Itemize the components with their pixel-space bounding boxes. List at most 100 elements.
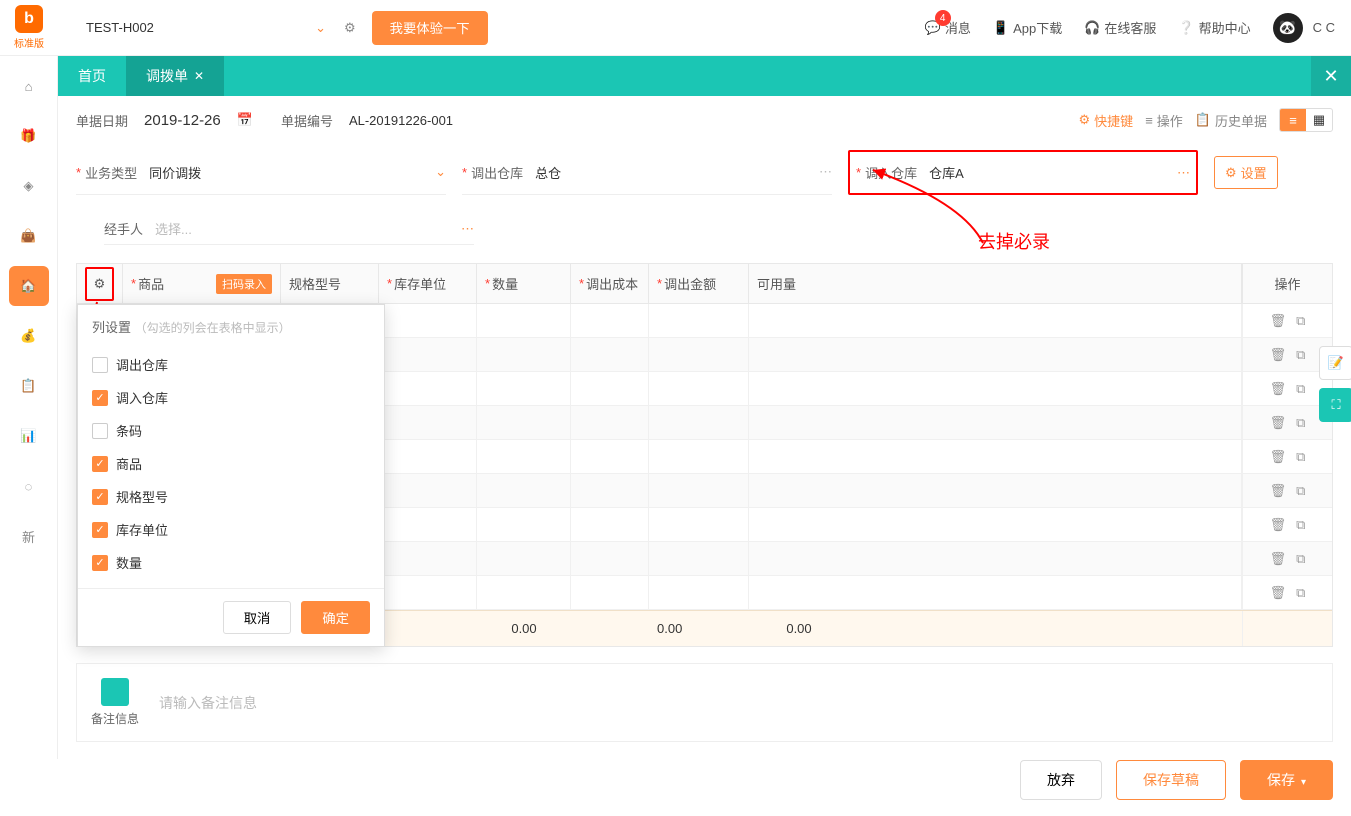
delete-icon[interactable]: 🗑 [1270, 313, 1287, 329]
rail-expand-icon[interactable]: ⛶ [1319, 388, 1351, 422]
checkbox-icon[interactable]: ✓ [92, 456, 108, 472]
operate-link[interactable]: ≡操作 [1145, 111, 1183, 130]
copy-icon[interactable]: ⧉ [1296, 449, 1305, 465]
col-qty: *数量 [477, 264, 571, 303]
delete-icon[interactable]: 🗑 [1270, 449, 1287, 465]
gear-icon: ⚙ [1225, 165, 1237, 181]
list-view-icon[interactable]: ≡ [1280, 109, 1306, 131]
app-download-link[interactable]: 📱 App下载 [993, 18, 1062, 37]
sidebar-report-icon[interactable]: 📊 [9, 416, 49, 456]
column-option[interactable]: 条码 [92, 414, 370, 447]
discard-button[interactable]: 放弃 [1020, 760, 1102, 800]
column-option[interactable]: 调出仓库 [92, 348, 370, 381]
tab-transfer[interactable]: 调拨单 ✕ [126, 56, 224, 96]
copy-icon[interactable]: ⧉ [1296, 483, 1305, 499]
column-option[interactable]: ✓商品 [92, 447, 370, 480]
column-option[interactable]: 单位2 [92, 579, 370, 588]
delete-icon[interactable]: 🗑 [1270, 517, 1287, 533]
sidebar-warehouse-icon[interactable]: 🏠 [9, 266, 49, 306]
remark-section: 备注信息 [76, 663, 1333, 742]
column-settings-button[interactable]: ⚙ [77, 264, 123, 303]
confirm-button[interactable]: 确定 [301, 601, 370, 634]
delete-icon[interactable]: 🗑 [1270, 415, 1287, 431]
delete-icon[interactable]: 🗑 [1270, 585, 1287, 601]
copy-icon[interactable]: ⧉ [1296, 415, 1305, 431]
gear-icon: ⚙ [94, 276, 106, 292]
gear-icon[interactable]: ⚙ [344, 20, 356, 36]
save-button[interactable]: 保存▾ [1240, 760, 1333, 800]
sidebar-new-icon[interactable]: 新 [9, 516, 49, 556]
delete-icon[interactable]: 🗑 [1270, 483, 1287, 499]
sidebar-money-icon[interactable]: 💰 [9, 316, 49, 356]
column-option[interactable]: ✓库存单位 [92, 513, 370, 546]
scan-tag[interactable]: 扫码录入 [216, 274, 272, 294]
try-button[interactable]: 我要体验一下 [372, 11, 488, 45]
delete-icon[interactable]: 🗑 [1270, 347, 1287, 363]
date-value[interactable]: 2019-12-26 [144, 112, 221, 129]
more-icon[interactable]: ⋯ [1177, 165, 1190, 181]
sidebar-diamond-icon[interactable]: ◈ [9, 166, 49, 206]
checkbox-icon[interactable] [92, 357, 108, 373]
bill-no-label: 单据编号 [281, 111, 333, 130]
sidebar-home-icon[interactable]: ⌂ [9, 66, 49, 106]
copy-icon[interactable]: ⧉ [1296, 517, 1305, 533]
note-icon [101, 678, 129, 706]
grid-view-icon[interactable]: ▦ [1306, 109, 1332, 131]
history-link[interactable]: 📋历史单据 [1195, 111, 1267, 130]
copy-icon[interactable]: ⧉ [1296, 551, 1305, 567]
delete-icon[interactable]: 🗑 [1270, 381, 1287, 397]
checkbox-icon[interactable]: ✓ [92, 522, 108, 538]
in-store-field[interactable]: * 调入仓库 仓库A ⋯ [848, 150, 1198, 195]
headset-icon: 🎧 [1084, 20, 1100, 36]
calendar-icon[interactable]: 📅 [237, 112, 253, 128]
checkbox-icon[interactable]: ✓ [92, 489, 108, 505]
annotation-text: 去掉必录 [978, 228, 1050, 254]
biz-type-field[interactable]: * 业务类型 同价调拨 ⌄ [76, 150, 446, 195]
checkbox-icon[interactable] [92, 423, 108, 439]
copy-icon[interactable]: ⧉ [1296, 381, 1305, 397]
shortcut-link[interactable]: ⚙快捷键 [1079, 111, 1134, 130]
col-op: 操作 [1242, 264, 1332, 303]
tab-home[interactable]: 首页 [58, 56, 126, 96]
copy-icon[interactable]: ⧉ [1296, 313, 1305, 329]
messages-link[interactable]: 💬 消息 4 [925, 18, 971, 37]
column-option[interactable]: ✓调入仓库 [92, 381, 370, 414]
more-icon[interactable]: ⋯ [819, 164, 832, 180]
column-option[interactable]: ✓规格型号 [92, 480, 370, 513]
setting-button[interactable]: ⚙ 设置 [1214, 156, 1278, 189]
view-toggle[interactable]: ≡ ▦ [1279, 108, 1333, 132]
copy-icon[interactable]: ⧉ [1296, 347, 1305, 363]
sidebar-gift-icon[interactable]: 🎁 [9, 116, 49, 156]
checkbox-icon[interactable]: ✓ [92, 555, 108, 571]
date-label: 单据日期 [76, 111, 128, 130]
org-selector[interactable]: TEST-H002 ⌄ [76, 11, 336, 45]
sidebar-bag-icon[interactable]: 👜 [9, 216, 49, 256]
out-store-field[interactable]: * 调出仓库 总仓 ⋯ [462, 150, 832, 195]
chevron-down-icon: ⌄ [315, 20, 326, 36]
column-option[interactable]: ✓数量 [92, 546, 370, 579]
total-amt: 0.00 [749, 611, 849, 646]
close-icon[interactable]: ✕ [194, 69, 204, 83]
user-menu[interactable]: 🐼 C C [1273, 13, 1335, 43]
org-value: TEST-H002 [86, 20, 154, 35]
more-icon[interactable]: ⋯ [461, 221, 474, 237]
calendar-icon: 📋 [1195, 112, 1211, 128]
save-draft-button[interactable]: 保存草稿 [1116, 760, 1226, 800]
tab-close-all[interactable]: ✕ [1311, 56, 1351, 96]
col-spec: 规格型号 [281, 264, 379, 303]
cancel-button[interactable]: 取消 [223, 601, 292, 634]
copy-icon[interactable]: ⧉ [1296, 585, 1305, 601]
checkbox-icon[interactable] [92, 588, 108, 589]
service-link[interactable]: 🎧 在线客服 [1084, 18, 1156, 37]
checkbox-icon[interactable]: ✓ [92, 390, 108, 406]
handler-field[interactable]: 经手人 选择... ⋯ [104, 213, 474, 245]
sidebar-circle-icon[interactable]: ◌ [9, 466, 49, 506]
sidebar-clipboard-icon[interactable]: 📋 [9, 366, 49, 406]
delete-icon[interactable]: 🗑 [1270, 551, 1287, 567]
chevron-down-icon[interactable]: ⌄ [435, 164, 446, 180]
help-link[interactable]: ❔ 帮助中心 [1178, 18, 1250, 37]
logo[interactable]: b 标准版 [0, 0, 58, 56]
remark-input[interactable] [159, 695, 1318, 711]
required-icon: * [856, 165, 861, 180]
rail-note-icon[interactable]: 📝 [1319, 346, 1351, 380]
